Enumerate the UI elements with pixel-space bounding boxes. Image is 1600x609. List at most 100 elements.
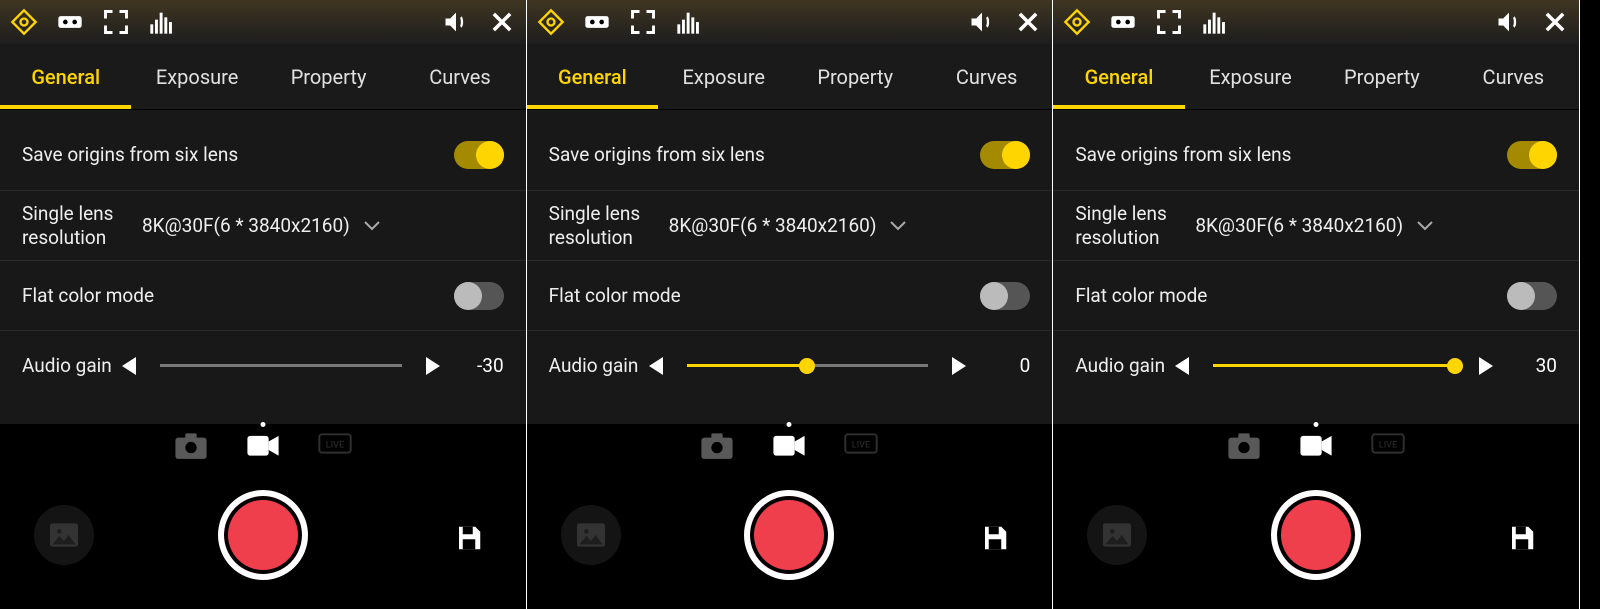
flat-color-row: Flat color mode [0,260,526,330]
panel-2: General Exposure Property Curves Save or… [1053,0,1580,609]
audio-gain-row: Audio gain 0 [527,330,1053,400]
gain-slider[interactable] [687,364,929,367]
save-origins-toggle[interactable] [454,141,504,169]
mode-live[interactable]: LIVE [844,432,878,460]
gain-increase[interactable] [1479,357,1493,375]
tab-property[interactable]: Property [1316,44,1447,109]
tab-exposure[interactable]: Exposure [1185,44,1316,109]
stitch-icon[interactable] [10,8,38,36]
panel-1: General Exposure Property Curves Save or… [527,0,1054,609]
flat-color-label: Flat color mode [22,284,454,308]
tab-property[interactable]: Property [790,44,921,109]
mode-live[interactable]: LIVE [1371,432,1405,460]
flat-color-row: Flat color mode [1053,260,1579,330]
save-icon[interactable] [1507,523,1537,553]
save-origins-row: Save origins from six lens [527,120,1053,190]
flat-color-toggle[interactable] [980,282,1030,310]
chevron-down-icon [890,216,906,235]
stitch-icon[interactable] [1063,8,1091,36]
tab-curves[interactable]: Curves [921,44,1052,109]
tab-general[interactable]: General [527,44,658,109]
resolution-row[interactable]: Single lens resolution 8K@30F(6 * 3840x2… [0,190,526,260]
vr-icon[interactable] [583,8,611,36]
histogram-icon[interactable] [148,8,176,36]
fullscreen-icon[interactable] [629,8,657,36]
resolution-row[interactable]: Single lens resolution 8K@30F(6 * 3840x2… [527,190,1053,260]
save-origins-label: Save origins from six lens [549,143,981,167]
volume-icon[interactable] [1495,8,1523,36]
svg-text:LIVE: LIVE [326,440,344,450]
gain-increase[interactable] [952,357,966,375]
topbar [1053,0,1579,44]
close-icon[interactable] [488,8,516,36]
vr-icon[interactable] [1109,8,1137,36]
record-button[interactable] [744,490,834,580]
flat-color-row: Flat color mode [527,260,1053,330]
mode-switch: LIVE [700,432,878,460]
gallery-button[interactable] [1087,505,1147,565]
audio-gain-label: Audio gain [22,354,122,378]
resolution-label: Single lens resolution [1075,202,1195,250]
flat-color-label: Flat color mode [549,284,981,308]
tab-exposure[interactable]: Exposure [131,44,262,109]
gain-value: 30 [1509,354,1557,377]
mode-photo[interactable] [700,432,734,460]
vr-icon[interactable] [56,8,84,36]
flat-color-toggle[interactable] [454,282,504,310]
tabs: General Exposure Property Curves [527,44,1053,110]
gain-slider[interactable] [1213,364,1455,367]
flat-color-toggle[interactable] [1507,282,1557,310]
save-origins-toggle[interactable] [980,141,1030,169]
topbar [0,0,526,44]
tab-exposure[interactable]: Exposure [658,44,789,109]
save-origins-row: Save origins from six lens [0,120,526,190]
save-icon[interactable] [980,523,1010,553]
tab-property[interactable]: Property [263,44,394,109]
histogram-icon[interactable] [675,8,703,36]
gain-decrease[interactable] [649,357,663,375]
record-button[interactable] [1271,490,1361,580]
record-button[interactable] [218,490,308,580]
mode-video[interactable] [246,432,280,460]
mode-photo[interactable] [174,432,208,460]
settings-list: Save origins from six lens Single lens r… [0,110,526,424]
bottom-bar: LIVE [1053,424,1579,609]
gain-decrease[interactable] [122,357,136,375]
svg-text:LIVE: LIVE [1379,440,1397,450]
tab-general[interactable]: General [1053,44,1184,109]
topbar [527,0,1053,44]
svg-text:LIVE: LIVE [852,440,870,450]
resolution-label: Single lens resolution [22,202,142,250]
panel-0: General Exposure Property Curves Save or… [0,0,527,609]
fullscreen-icon[interactable] [102,8,130,36]
resolution-value: 8K@30F(6 * 3840x2160) [669,214,877,237]
resolution-row[interactable]: Single lens resolution 8K@30F(6 * 3840x2… [1053,190,1579,260]
bottom-bar: LIVE [527,424,1053,609]
mode-photo[interactable] [1227,432,1261,460]
tab-curves[interactable]: Curves [1448,44,1579,109]
gain-value: 0 [982,354,1030,377]
mode-live[interactable]: LIVE [318,432,352,460]
gain-decrease[interactable] [1175,357,1189,375]
tabs: General Exposure Property Curves [1053,44,1579,110]
histogram-icon[interactable] [1201,8,1229,36]
gain-slider[interactable] [160,364,402,367]
tab-general[interactable]: General [0,44,131,109]
mode-video[interactable] [1299,432,1333,460]
save-origins-toggle[interactable] [1507,141,1557,169]
stitch-icon[interactable] [537,8,565,36]
settings-list: Save origins from six lens Single lens r… [527,110,1053,424]
volume-icon[interactable] [442,8,470,36]
volume-icon[interactable] [968,8,996,36]
close-icon[interactable] [1014,8,1042,36]
save-icon[interactable] [454,523,484,553]
close-icon[interactable] [1541,8,1569,36]
gallery-button[interactable] [34,505,94,565]
tab-curves[interactable]: Curves [394,44,525,109]
chevron-down-icon [1417,216,1433,235]
fullscreen-icon[interactable] [1155,8,1183,36]
chevron-down-icon [364,216,380,235]
gain-increase[interactable] [426,357,440,375]
gallery-button[interactable] [561,505,621,565]
mode-video[interactable] [772,432,806,460]
